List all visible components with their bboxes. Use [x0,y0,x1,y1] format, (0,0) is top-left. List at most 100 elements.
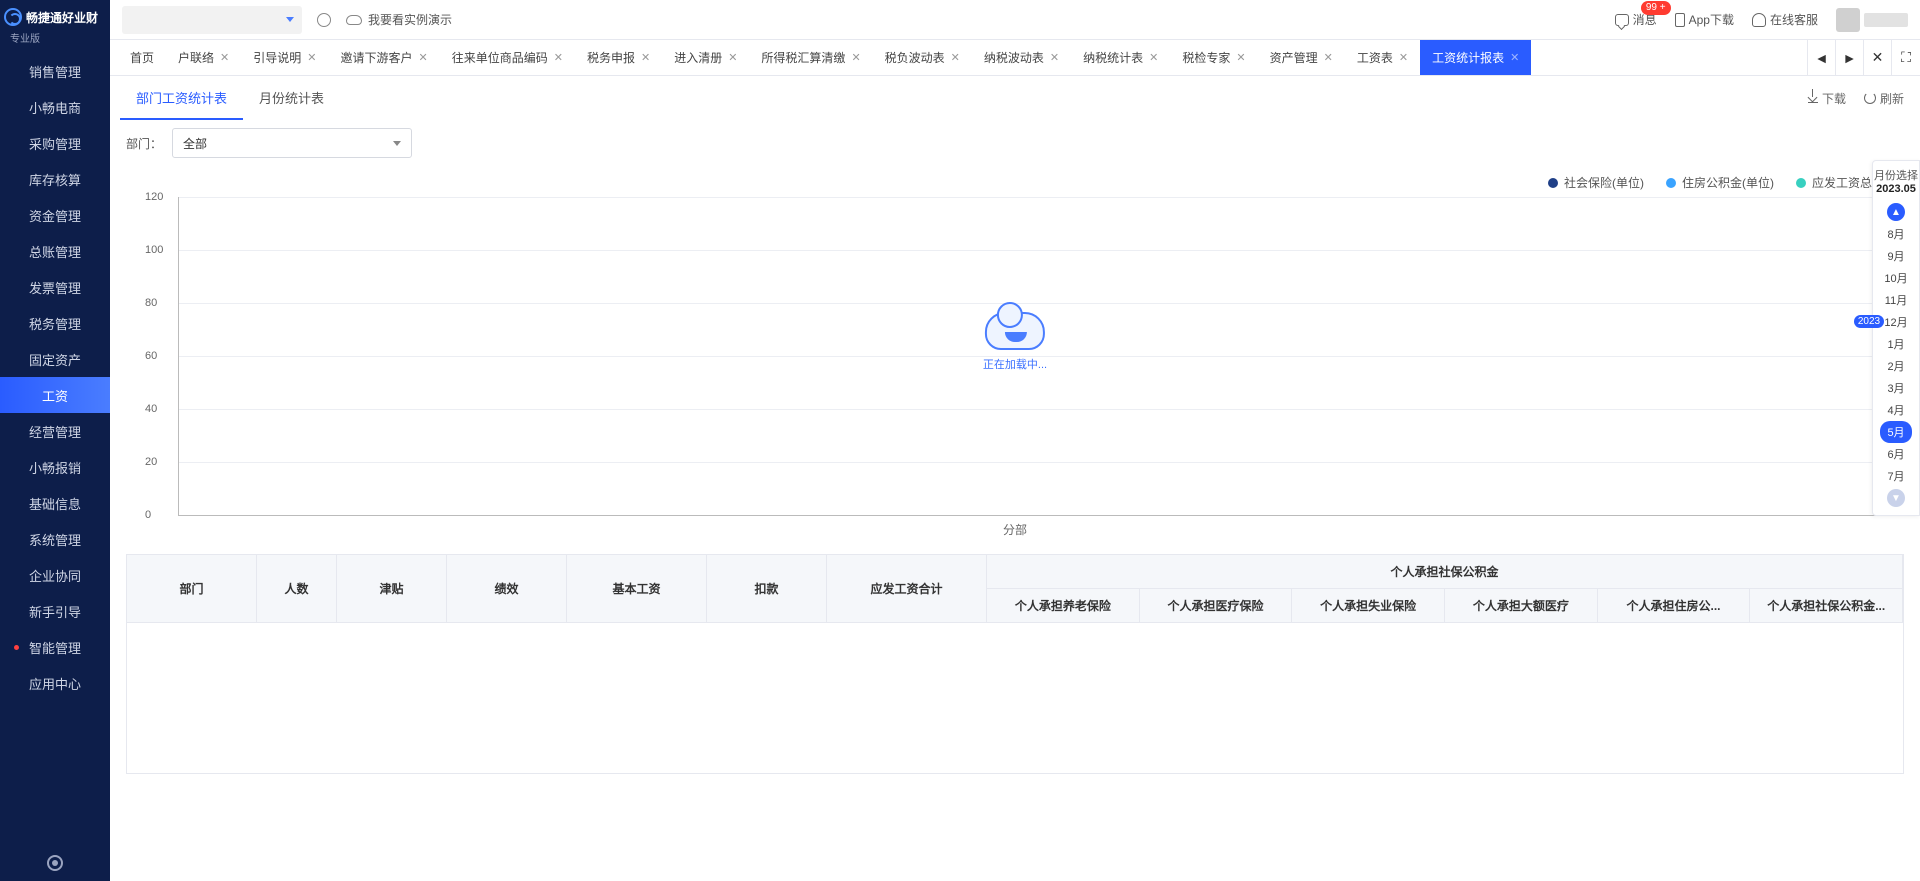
close-icon[interactable]: ✕ [1236,51,1245,64]
sidebar-item-label: 新手引导 [29,602,81,621]
org-selector[interactable] [122,6,302,34]
tab-0[interactable]: 首页 [118,40,166,75]
download-label: 下载 [1822,90,1846,107]
tab-12[interactable]: 资产管理✕ [1258,40,1345,75]
sidebar-item-16[interactable]: 智能管理 [0,629,110,665]
tab-6[interactable]: 进入清册✕ [662,40,749,75]
tab-5[interactable]: 税务申报✕ [575,40,662,75]
legend-item-0[interactable]: 社会保险(单位) [1548,174,1644,191]
sidebar-item-13[interactable]: 系统管理 [0,521,110,557]
tab-11[interactable]: 税检专家✕ [1170,40,1257,75]
sidebar-item-15[interactable]: 新手引导 [0,593,110,629]
sidebar-item-3[interactable]: 库存核算 [0,161,110,197]
month-option-4[interactable]: 12月 [1880,311,1912,333]
table-col-0: 部门 [127,555,257,623]
close-icon[interactable]: ✕ [1050,51,1059,64]
close-icon[interactable]: ✕ [851,51,860,64]
sidebar-settings[interactable] [0,845,110,881]
tab-1[interactable]: 户联络 ✕ [166,40,241,75]
month-option-7[interactable]: 3月 [1880,377,1912,399]
demo-link[interactable]: 我要看实例演示 [346,11,452,28]
tab-4[interactable]: 往来单位商品编码 ✕ [440,40,575,75]
tab-7[interactable]: 所得税汇算清缴✕ [749,40,872,75]
messages-link[interactable]: 消息 99 + [1615,11,1657,28]
tab-10[interactable]: 纳税统计表✕ [1071,40,1170,75]
sub-tab-0[interactable]: 部门工资统计表 [120,76,243,120]
tab-2[interactable]: 引导说明✕ [241,40,328,75]
close-icon[interactable]: ✕ [554,51,563,64]
close-icon[interactable]: ✕ [1324,51,1333,64]
table-sub-header-cell: 个人承担大额医疗 [1445,589,1598,623]
sidebar-item-label: 库存核算 [29,170,81,189]
sidebar-item-8[interactable]: 固定资产 [0,341,110,377]
sidebar-item-17[interactable]: 应用中心 [0,665,110,701]
sidebar-item-10[interactable]: 经营管理 [0,413,110,449]
tabs-scroll-left[interactable]: ◄ [1808,40,1836,75]
tabs-scroll-right[interactable]: ► [1836,40,1864,75]
tabs-close-all[interactable]: ✕ [1864,40,1892,75]
sidebar-item-14[interactable]: 企业协同 [0,557,110,593]
refresh-button[interactable]: 刷新 [1864,90,1904,107]
table-header-cell: 绩效 [447,555,566,623]
cloud-loading-icon [985,312,1045,350]
close-icon[interactable]: ✕ [419,51,428,64]
month-option-2[interactable]: 10月 [1880,267,1912,289]
sidebar-item-12[interactable]: 基础信息 [0,485,110,521]
tab-8[interactable]: 税负波动表✕ [873,40,972,75]
tab-13[interactable]: 工资表✕ [1345,40,1420,75]
sidebar-item-7[interactable]: 税务管理 [0,305,110,341]
month-option-1[interactable]: 9月 [1880,245,1912,267]
close-icon[interactable]: ✕ [641,51,650,64]
app-download-link[interactable]: App下载 [1675,11,1734,28]
tab-14[interactable]: 工资统计报表✕ [1420,40,1531,75]
month-option-5[interactable]: 1月 [1880,333,1912,355]
tab-label: 往来单位商品编码 [452,49,548,66]
sidebar-item-label: 应用中心 [29,674,81,693]
sidebar-item-label: 企业协同 [29,566,81,585]
legend-item-1[interactable]: 住房公积金(单位) [1666,174,1774,191]
month-option-6[interactable]: 2月 [1880,355,1912,377]
sidebar-item-label: 经营管理 [29,422,81,441]
sub-tab-1[interactable]: 月份统计表 [243,76,340,120]
tab-9[interactable]: 纳税波动表✕ [972,40,1071,75]
close-icon[interactable]: ✕ [1149,51,1158,64]
month-scroll-up[interactable]: ▲ [1887,203,1905,221]
close-icon[interactable]: ✕ [307,51,316,64]
settings-button[interactable] [314,10,334,30]
sidebar-item-11[interactable]: 小畅报销 [0,449,110,485]
online-service-link[interactable]: 在线客服 [1752,11,1818,28]
tabs-fullscreen[interactable]: ⛶ [1892,40,1920,75]
app-download-label: App下载 [1689,11,1734,28]
download-button[interactable]: 下载 [1808,90,1846,107]
sidebar-item-0[interactable]: 销售管理 [0,53,110,89]
sidebar-item-9[interactable]: 工资 [0,377,110,413]
user-menu[interactable] [1836,8,1908,32]
sidebar-item-4[interactable]: 资金管理 [0,197,110,233]
tab-3[interactable]: 邀请下游客户✕ [328,40,439,75]
dept-filter-select[interactable]: 全部 [172,128,412,158]
month-option-9[interactable]: 5月 [1880,421,1912,443]
chart-loading: 正在加载中... [983,312,1047,372]
month-option-11[interactable]: 7月 [1880,465,1912,487]
close-icon[interactable]: ✕ [220,51,229,64]
table-sub-header-cell: 个人承担社保公积金... [1750,589,1902,623]
month-scroll-down[interactable]: ▼ [1887,489,1905,507]
sidebar-item-1[interactable]: 小畅电商 [0,89,110,125]
month-option-3[interactable]: 11月 [1880,289,1912,311]
tab-label: 户联络 [178,49,214,66]
close-icon[interactable]: ✕ [951,51,960,64]
sidebar: 畅捷通好业财 专业版 销售管理小畅电商采购管理库存核算资金管理总账管理发票管理税… [0,0,110,881]
month-option-10[interactable]: 6月 [1880,443,1912,465]
legend-item-2[interactable]: 应发工资总额 [1796,174,1884,191]
close-icon[interactable]: ✕ [1399,51,1408,64]
month-option-8[interactable]: 4月 [1880,399,1912,421]
month-option-0[interactable]: 8月 [1880,223,1912,245]
sidebar-item-5[interactable]: 总账管理 [0,233,110,269]
sidebar-item-6[interactable]: 发票管理 [0,269,110,305]
close-icon[interactable]: ✕ [728,51,737,64]
close-icon[interactable]: ✕ [1510,51,1519,64]
sidebar-item-label: 采购管理 [29,134,81,153]
table-col-2: 津贴 [337,555,447,623]
brand-name: 畅捷通好业财 [26,9,98,26]
sidebar-item-2[interactable]: 采购管理 [0,125,110,161]
